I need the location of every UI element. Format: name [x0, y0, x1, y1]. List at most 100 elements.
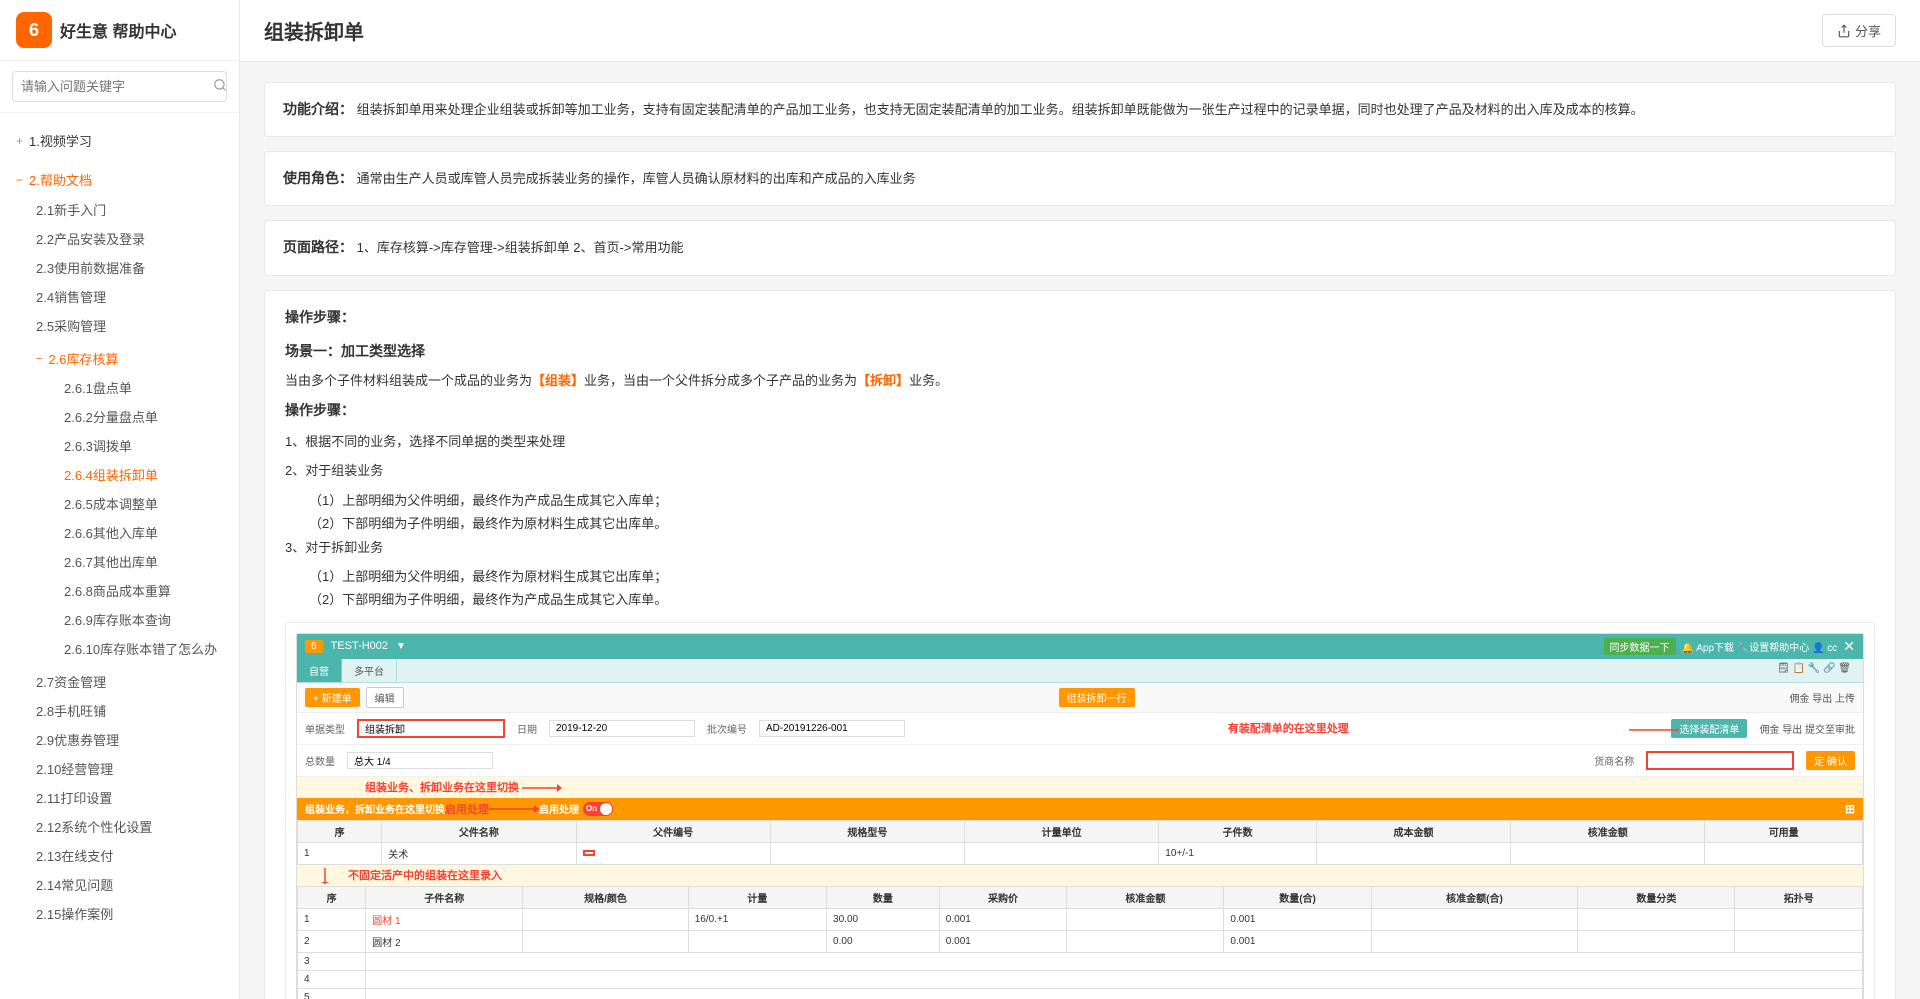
- sidebar-item-cost-recalc[interactable]: 2.6.8商品成本重算: [40, 576, 239, 605]
- sidebar-item-assembly[interactable]: 2.6.4组装拆卸单: [40, 460, 239, 489]
- mock-field-date[interactable]: [549, 720, 695, 737]
- share-button[interactable]: 分享: [1822, 14, 1896, 47]
- scenario1-desc: 当由多个子件材料组装成一个成品的业务为【组装】业务，当由一个父件拆分成多个子产品…: [285, 369, 1875, 392]
- step-2-1: （1）上部明细为父件明细，最终作为产成品生成其它入库单；: [285, 489, 1875, 512]
- sidebar-item-docs[interactable]: − 2.帮助文档: [0, 164, 239, 195]
- nav-section-docs: − 2.帮助文档 2.1新手入门 2.2产品安装及登录 2.3使用前数据准备 2…: [0, 160, 239, 932]
- step-3-1: （1）上部明细为父件明细，最终作为原材料生成其它出库单；: [285, 565, 1875, 588]
- mock-close[interactable]: ✕: [1843, 638, 1855, 655]
- sidebar-item-newbie[interactable]: 2.1新手入门: [20, 195, 239, 224]
- sidebar-item-ops[interactable]: 2.10经营管理: [20, 754, 239, 783]
- mock-td-child-qty: 10+/-1: [1159, 842, 1317, 864]
- sidebar-item-purchase[interactable]: 2.5采购管理: [20, 311, 239, 340]
- mock-qty-label: 总数量: [305, 753, 335, 768]
- intro-block: 功能介绍： 组装拆卸单用来处理企业组装或拆卸等加工业务，支持有固定装配清单的产品…: [264, 82, 1896, 137]
- mock-td-cost: [1316, 842, 1510, 864]
- search-box[interactable]: [12, 71, 227, 102]
- mock-assembly-btn[interactable]: 组装拆卸一行: [1059, 688, 1135, 707]
- sidebar-item-other-in[interactable]: 2.6.6其他入库单: [40, 518, 239, 547]
- mock-th-seq1: 序: [298, 820, 382, 842]
- sidebar-item-coupon[interactable]: 2.9优惠券管理: [20, 725, 239, 754]
- annotation-type: 组装业务、拆卸业务在这里切换: [365, 782, 519, 794]
- step-3: 3、对于拆卸业务: [285, 536, 1875, 559]
- mock-th2-topo: 拓扑号: [1735, 886, 1863, 908]
- sidebar-item-install[interactable]: 2.2产品安装及登录: [20, 224, 239, 253]
- sidebar-item-data-prep[interactable]: 2.3使用前数据准备: [20, 253, 239, 282]
- search-input[interactable]: [13, 73, 205, 100]
- sidebar-item-balance-check[interactable]: 2.6.9库存账本查询: [40, 605, 239, 634]
- expand-icon-videos: +: [16, 134, 23, 148]
- sidebar-item-faq[interactable]: 2.14常见问题: [20, 870, 239, 899]
- mock-more-btns: 佣金 导出 上传: [1789, 690, 1855, 705]
- mock-status: 同步数据一下: [1604, 638, 1676, 655]
- content-area: 功能介绍： 组装拆卸单用来处理企业组装或拆卸等加工业务，支持有固定装配清单的产品…: [240, 62, 1920, 999]
- sidebar: 6 好生意 帮助中心 + 1.视频学习 − 2.帮助文档: [0, 0, 240, 999]
- sidebar-item-sub-stocktake[interactable]: 2.6.2分量盘点单: [40, 402, 239, 431]
- mock-parent-table: 序 父件名称 父件编号 规格型号 计量单位 子件数 成本金额 核准金额 可用量: [297, 820, 1863, 865]
- logo-area: 6 好生意 帮助中心: [0, 0, 239, 61]
- mock-th2-qty-sum: 数量(合): [1224, 886, 1371, 908]
- main: 组装拆卸单 分享 功能介绍： 组装拆卸单用来处理企业组装或拆卸等加工业务，支持有…: [240, 0, 1920, 999]
- mock-toggle-switch[interactable]: On: [583, 802, 613, 816]
- search-icon: [213, 78, 227, 92]
- mock-field-batchno[interactable]: [759, 720, 905, 737]
- ops-heading: 操作步骤：: [285, 307, 1875, 327]
- sidebar-item-videos[interactable]: + 1.视频学习: [0, 125, 239, 156]
- mock-qty-input[interactable]: [347, 752, 493, 769]
- mock-td-approved: [1511, 842, 1705, 864]
- step-2-2: （2）下部明细为子件明细，最终作为原材料生成其它出库单。: [285, 512, 1875, 535]
- sidebar-item-move[interactable]: 2.6.3调拨单: [40, 431, 239, 460]
- role-block: 使用角色： 通常由生产人员或库管人员完成拆装业务的操作，库管人员确认原材料的出库…: [264, 151, 1896, 206]
- role-text: 通常由生产人员或库管人员完成拆装业务的操作，库管人员确认原材料的出库和产成品的入…: [357, 171, 916, 186]
- role-label: 使用角色：: [283, 170, 353, 186]
- nav-section-inventory: − 2.6库存核算 2.6.1盘点单 2.6.2分量盘点单 2.6.3调拨单 2…: [20, 340, 239, 667]
- scenario1-title: 场景一：加工类型选择: [285, 341, 1875, 361]
- disassembly-highlight: 【拆卸】: [857, 373, 909, 388]
- mock-tab-self[interactable]: 自营: [297, 659, 342, 682]
- annotation-arrow-input: [305, 868, 345, 884]
- sidebar-item-custom[interactable]: 2.12系统个性化设置: [20, 812, 239, 841]
- sidebar-item-cases[interactable]: 2.15操作案例: [20, 899, 239, 928]
- mock-form-row2: 总数量 货商名称 定 确认: [297, 745, 1863, 777]
- sidebar-item-inventory[interactable]: − 2.6库存核算: [20, 344, 239, 373]
- sidebar-item-mobile[interactable]: 2.8手机旺铺: [20, 696, 239, 725]
- mock-field-type-label: 单据类型: [305, 721, 345, 736]
- sidebar-item-sales[interactable]: 2.4销售管理: [20, 282, 239, 311]
- mock-td-avail: [1705, 842, 1863, 864]
- mock-action-btns: 佣金 导出 提交至审批: [1759, 721, 1855, 736]
- mock-th2-child-name: 子件名称: [366, 886, 523, 908]
- mock-field-type[interactable]: [357, 719, 505, 738]
- expand-icon-inventory: −: [36, 353, 42, 365]
- sidebar-item-other-out[interactable]: 2.6.7其他出库单: [40, 547, 239, 576]
- search-button[interactable]: [205, 72, 227, 101]
- mock-td-parent-code: [576, 842, 770, 864]
- mock-th2-qty-type: 数量分类: [1578, 886, 1735, 908]
- mock-bom-section: 组装业务，拆卸业务在这里切换 启用处理 启用处理 On: [297, 798, 1863, 820]
- mock-supplier-input[interactable]: [1646, 751, 1794, 770]
- mock-logo: 6: [305, 640, 323, 653]
- mock-nav-tabs: 自营 多平台 🗒 📋 🔧 🔗 🗑: [297, 659, 1863, 683]
- intro-text: 组装拆卸单用来处理企业组装或拆卸等加工业务，支持有固定装配清单的产品加工业务，也…: [357, 102, 1644, 117]
- logo-text: 好生意 帮助中心: [60, 18, 176, 42]
- mock-th2-price: 采购价: [939, 886, 1066, 908]
- sidebar-item-print[interactable]: 2.11打印设置: [20, 783, 239, 812]
- mock-th-avail: 可用量: [1705, 820, 1863, 842]
- sidebar-item-online-pay[interactable]: 2.13在线支付: [20, 841, 239, 870]
- mock-confirm-btn[interactable]: 定 确认: [1806, 751, 1855, 770]
- step-1: 1、根据不同的业务，选择不同单据的类型来处理: [285, 430, 1875, 453]
- mock-new-btn[interactable]: + 新建单: [305, 688, 360, 707]
- share-label: 分享: [1855, 21, 1881, 40]
- mock-th-cost: 成本金额: [1316, 820, 1510, 842]
- sidebar-item-balance-err[interactable]: 2.6.10库存账本错了怎么办: [40, 634, 239, 663]
- mock-bom-section-label: 组装业务，拆卸业务在这里切换: [305, 801, 445, 816]
- mock-edit-btn[interactable]: 编辑: [366, 687, 404, 708]
- sidebar-item-stocktake[interactable]: 2.6.1盘点单: [40, 373, 239, 402]
- annotation-bom: 有装配清单的在这里处理: [1228, 720, 1349, 736]
- sidebar-item-capital[interactable]: 2.7资金管理: [20, 667, 239, 696]
- mock-bom-expand[interactable]: ⊞: [1845, 802, 1855, 816]
- mock-tab-multi[interactable]: 多平台: [342, 659, 397, 682]
- steps-section: 操作步骤： 场景一：加工类型选择 当由多个子件材料组装成一个成品的业务为【组装】…: [264, 290, 1896, 999]
- nav-section-videos: + 1.视频学习: [0, 121, 239, 160]
- sidebar-item-cost-adj[interactable]: 2.6.5成本调整单: [40, 489, 239, 518]
- mock-td-unit: [965, 842, 1159, 864]
